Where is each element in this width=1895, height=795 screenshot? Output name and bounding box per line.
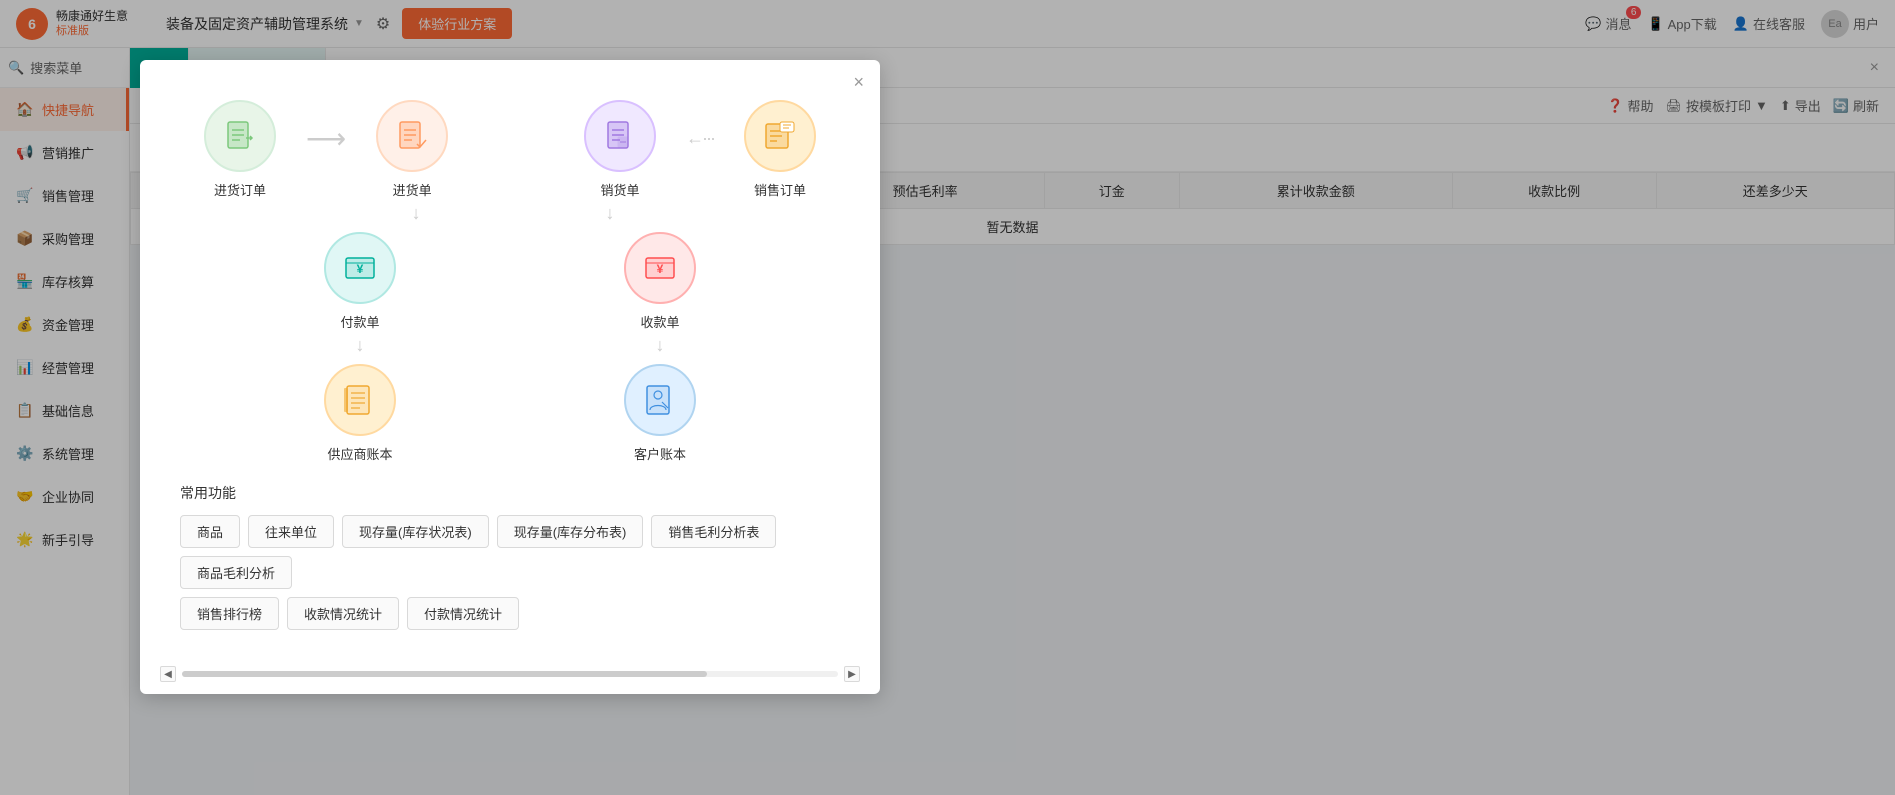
func-btn-product[interactable]: 商品	[180, 515, 240, 548]
flow-node-payment-bill[interactable]: ¥ 付款单	[300, 232, 420, 331]
flow-modal: ×	[140, 60, 880, 694]
receipt-bill-icon: ¥	[624, 232, 696, 304]
flow-node-supplier-ledger[interactable]: 供应商账本	[300, 364, 420, 463]
purchase-order-label: 进货订单	[214, 180, 266, 199]
purchase-order-icon	[204, 100, 276, 172]
common-functions-title: 常用功能	[180, 483, 840, 503]
func-btn-payment-stats[interactable]: 付款情况统计	[407, 597, 519, 630]
func-btn-inventory-status[interactable]: 现存量(库存状况表)	[342, 515, 489, 548]
func-buttons-row2: 销售排行榜 收款情况统计 付款情况统计	[180, 597, 840, 630]
customer-ledger-icon	[624, 364, 696, 436]
sales-order-icon	[744, 100, 816, 172]
func-btn-sales-profit[interactable]: 销售毛利分析表	[651, 515, 776, 548]
scroll-left-arrow[interactable]: ◀	[160, 666, 176, 682]
supplier-ledger-label: 供应商账本	[327, 444, 392, 463]
sales-bill-icon	[584, 100, 656, 172]
flow-node-customer-ledger[interactable]: 客户账本	[600, 364, 720, 463]
svg-text:¥: ¥	[657, 262, 664, 276]
flow-node-purchase-bill[interactable]: 进货单	[352, 100, 472, 199]
sales-order-label: 销售订单	[754, 180, 806, 199]
arrow-right-icon: ⟶	[306, 122, 346, 155]
func-btn-inventory-distribution[interactable]: 现存量(库存分布表)	[497, 515, 644, 548]
scroll-right-arrow[interactable]: ▶	[844, 666, 860, 682]
func-btn-product-profit[interactable]: 商品毛利分析	[180, 556, 292, 589]
receipt-bill-label: 收款单	[640, 312, 679, 331]
func-buttons-row1: 商品 往来单位 现存量(库存状况表) 现存量(库存分布表) 销售毛利分析表 商品…	[180, 515, 840, 589]
func-btn-partners[interactable]: 往来单位	[248, 515, 334, 548]
arrow-down-receipt-icon: ↓	[656, 335, 665, 355]
sales-bill-label: 销货单	[601, 180, 640, 199]
arrow-down-payment-icon: ↓	[356, 335, 365, 355]
modal-close-button[interactable]: ×	[853, 72, 864, 93]
svg-text:¥: ¥	[357, 262, 364, 276]
func-btn-collection-stats[interactable]: 收款情况统计	[287, 597, 399, 630]
arrow-down-sales-icon: ↓	[606, 203, 615, 224]
arrow-left-dashed-icon: ←···	[686, 128, 714, 149]
common-functions-section: 常用功能 商品 往来单位 现存量(库存状况表) 现存量(库存分布表) 销售毛利分…	[140, 483, 880, 658]
arrow-down-purchase-icon: ↓	[412, 203, 421, 224]
customer-ledger-label: 客户账本	[634, 444, 686, 463]
flow-node-sales-bill[interactable]: 销货单	[560, 100, 680, 199]
flow-node-sales-order[interactable]: 销售订单	[720, 100, 840, 199]
payment-bill-label: 付款单	[340, 312, 379, 331]
modal-overlay[interactable]: ×	[0, 0, 1895, 795]
func-btn-sales-ranking[interactable]: 销售排行榜	[180, 597, 279, 630]
modal-scrollbar: ◀ ▶	[140, 658, 880, 694]
flow-section: 进货订单 ⟶	[140, 60, 880, 483]
purchase-bill-icon	[376, 100, 448, 172]
flow-node-receipt-bill[interactable]: ¥ 收款单	[600, 232, 720, 331]
supplier-ledger-icon	[324, 364, 396, 436]
purchase-bill-label: 进货单	[393, 180, 432, 199]
payment-bill-icon: ¥	[324, 232, 396, 304]
flow-node-purchase-order[interactable]: 进货订单	[180, 100, 300, 199]
